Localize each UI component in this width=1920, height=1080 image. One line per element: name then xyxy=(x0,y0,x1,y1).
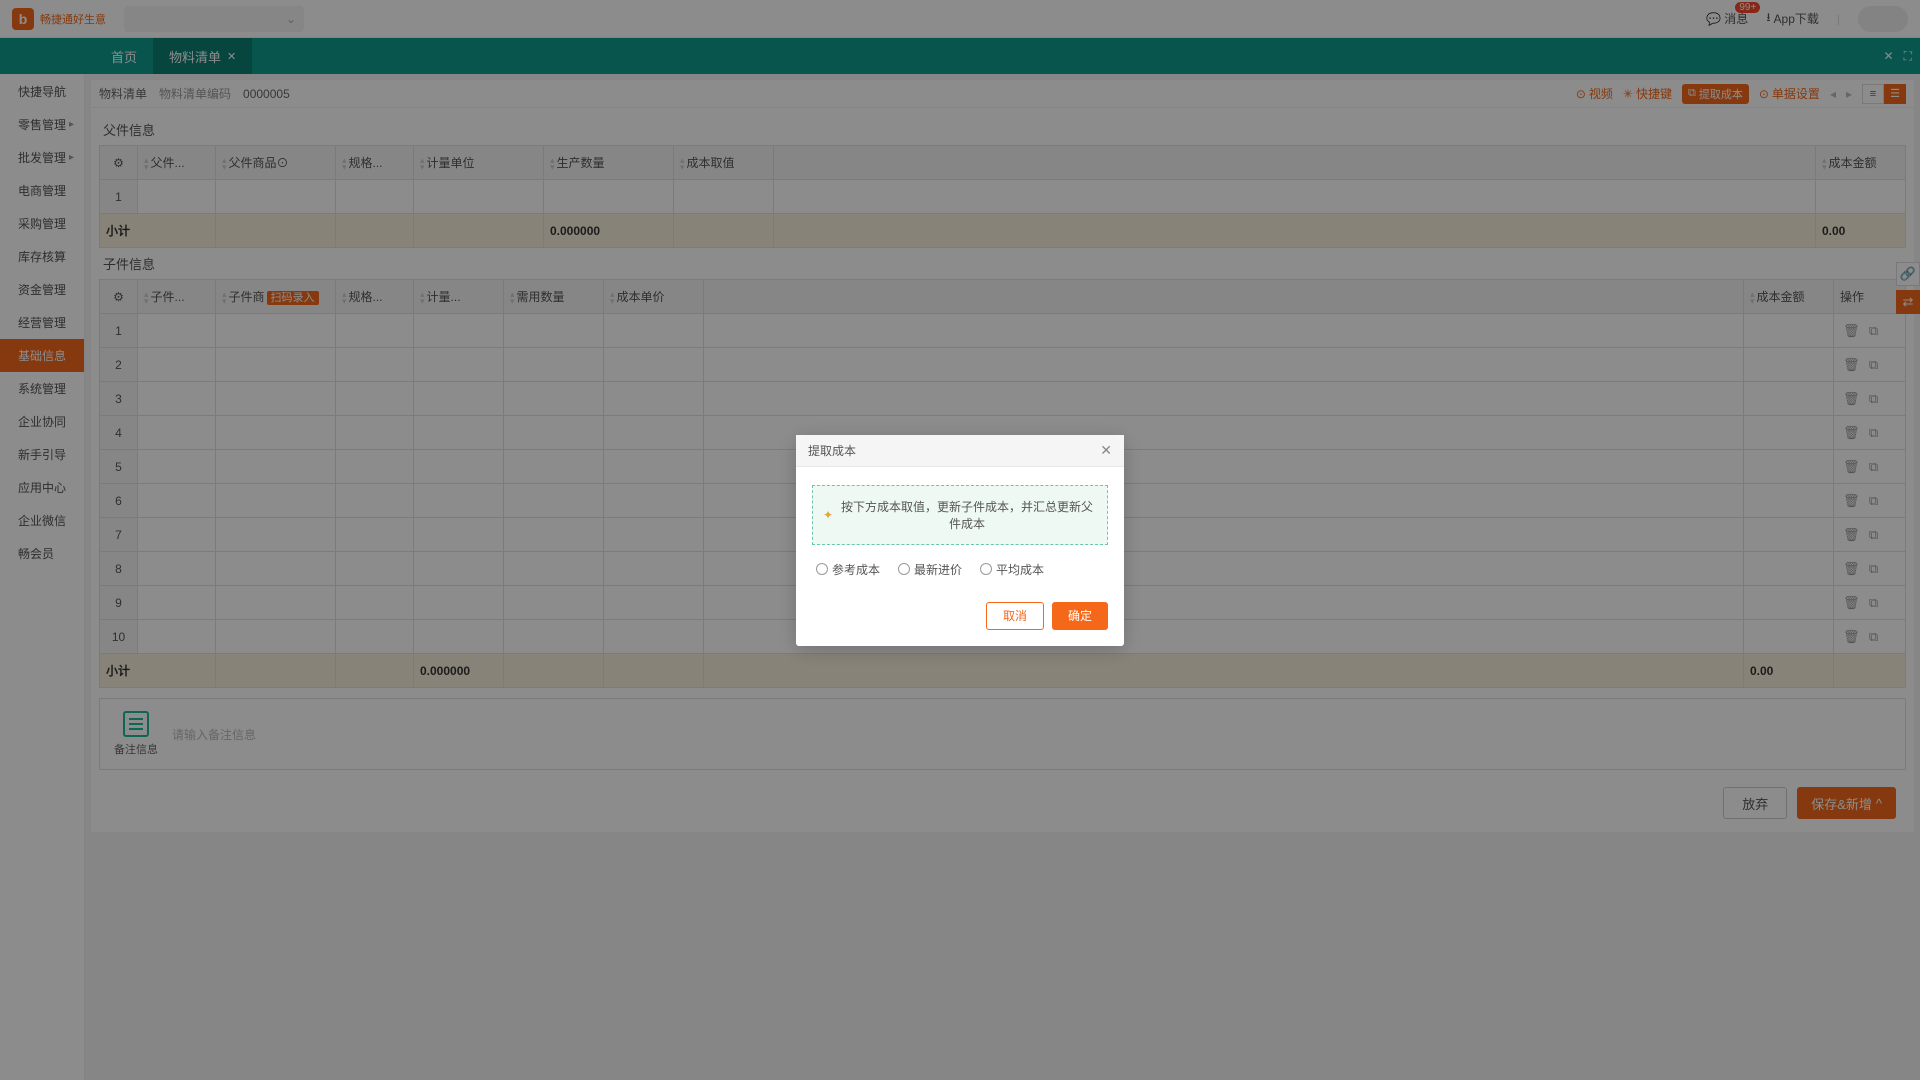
cancel-button[interactable]: 取消 xyxy=(986,602,1044,630)
modal-body: ✦ 按下方成本取值，更新子件成本，并汇总更新父件成本 参考成本 最新进价 平均成… xyxy=(796,467,1124,588)
cost-option[interactable]: 平均成本 xyxy=(980,561,1044,578)
modal-backdrop: 提取成本 ✕ ✦ 按下方成本取值，更新子件成本，并汇总更新父件成本 参考成本 最… xyxy=(0,0,1920,1080)
radio-icon xyxy=(816,563,828,575)
radio-label: 参考成本 xyxy=(832,561,880,578)
ok-button[interactable]: 确定 xyxy=(1052,602,1108,630)
cost-option[interactable]: 参考成本 xyxy=(816,561,880,578)
radio-icon xyxy=(980,563,992,575)
radio-label: 最新进价 xyxy=(914,561,962,578)
lightbulb-icon: ✦ xyxy=(823,508,833,522)
close-icon[interactable]: ✕ xyxy=(1100,442,1112,459)
radio-icon xyxy=(898,563,910,575)
cost-options: 参考成本 最新进价 平均成本 xyxy=(812,561,1108,578)
modal-title: 提取成本 xyxy=(808,442,856,459)
modal-header: 提取成本 ✕ xyxy=(796,435,1124,467)
extract-cost-modal: 提取成本 ✕ ✦ 按下方成本取值，更新子件成本，并汇总更新父件成本 参考成本 最… xyxy=(796,435,1124,646)
cost-option[interactable]: 最新进价 xyxy=(898,561,962,578)
modal-hint: ✦ 按下方成本取值，更新子件成本，并汇总更新父件成本 xyxy=(812,485,1108,545)
modal-footer: 取消 确定 xyxy=(796,588,1124,646)
radio-label: 平均成本 xyxy=(996,561,1044,578)
modal-hint-text: 按下方成本取值，更新子件成本，并汇总更新父件成本 xyxy=(837,498,1097,532)
